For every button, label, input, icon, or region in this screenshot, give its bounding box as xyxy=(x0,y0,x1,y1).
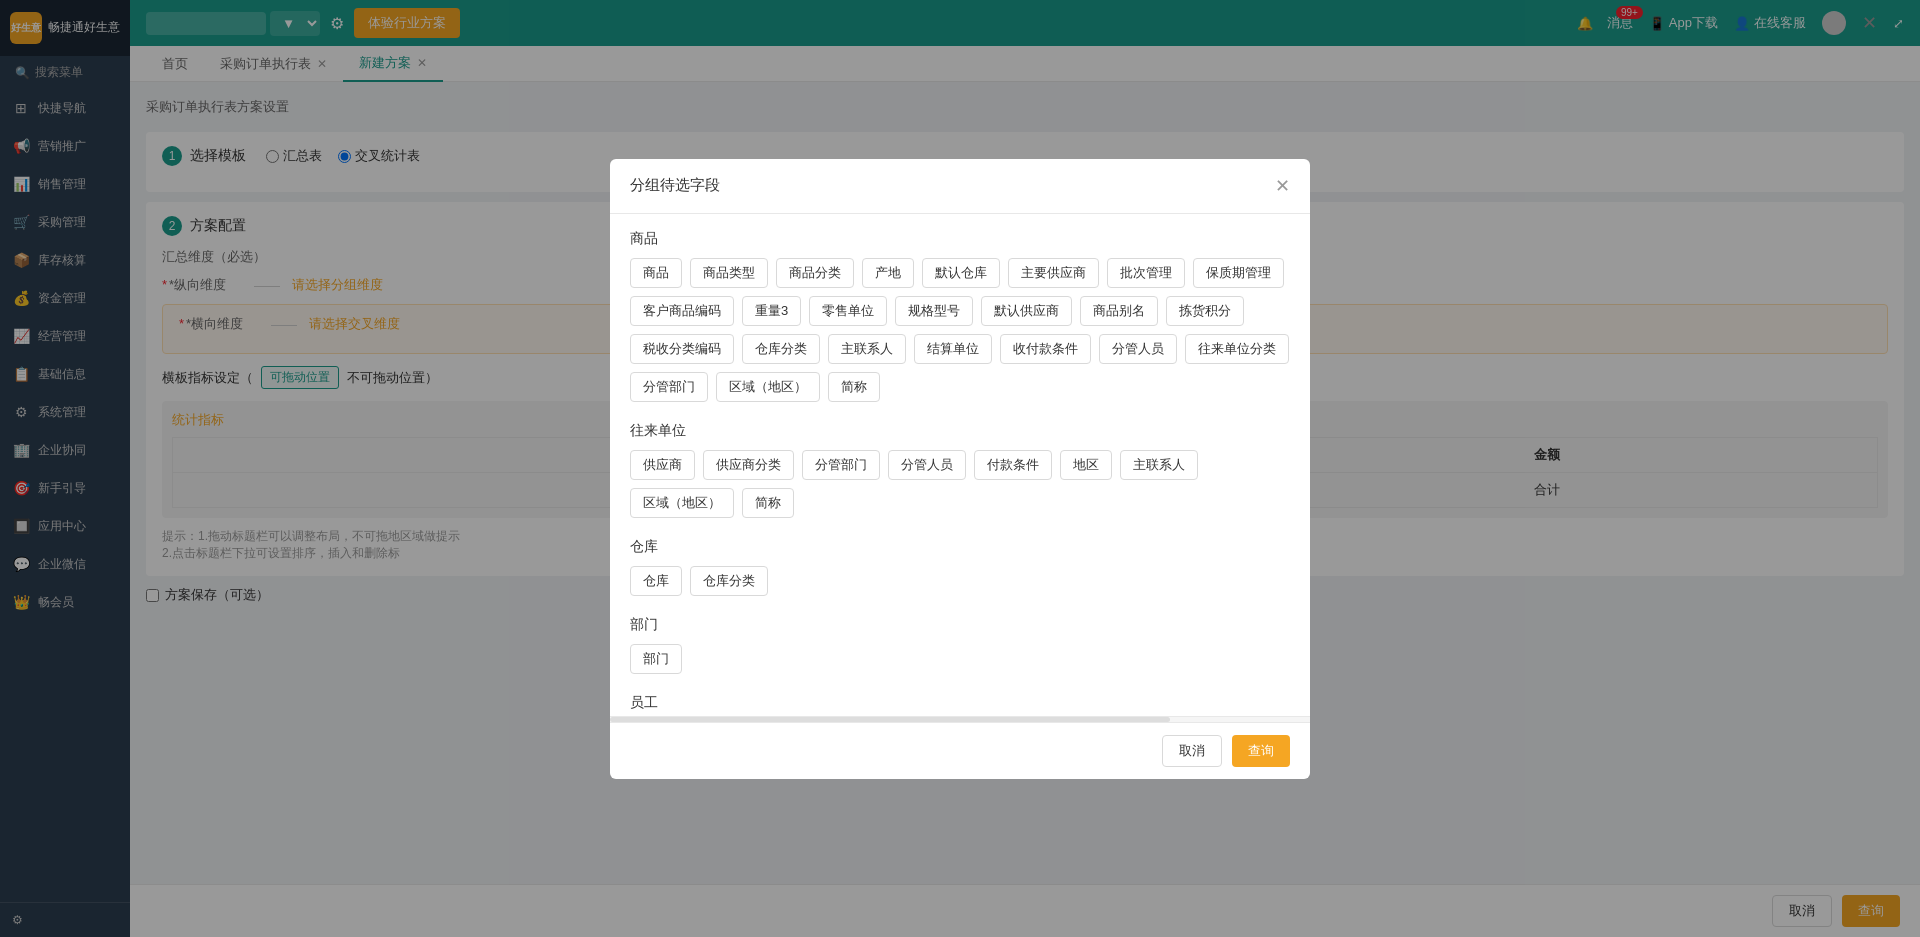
field-tag[interactable]: 客户商品编码 xyxy=(630,296,734,326)
modal-confirm-button[interactable]: 查询 xyxy=(1232,735,1290,767)
field-group-title-partner: 往来单位 xyxy=(630,422,1290,440)
field-tag[interactable]: 保质期管理 xyxy=(1193,258,1284,288)
field-tags-product: 商品商品类型商品分类产地默认仓库主要供应商批次管理保质期管理客户商品编码重量3 零… xyxy=(630,258,1290,402)
field-tag[interactable]: 零售单位 xyxy=(809,296,887,326)
field-group-warehouse: 仓库仓库仓库分类 xyxy=(630,538,1290,596)
field-tag[interactable]: 主要供应商 xyxy=(1008,258,1099,288)
field-tag[interactable]: 往来单位分类 xyxy=(1185,334,1289,364)
field-group-partner: 往来单位供应商供应商分类分管部门分管人员付款条件地区主联系人区域（地区） 简称 xyxy=(630,422,1290,518)
modal-overlay[interactable]: 分组待选字段 ✕ 商品商品商品类型商品分类产地默认仓库主要供应商批次管理保质期管… xyxy=(0,0,1920,937)
field-group-title-department: 部门 xyxy=(630,616,1290,634)
field-tag[interactable]: 供应商 xyxy=(630,450,695,480)
field-tag[interactable]: 简称 xyxy=(742,488,794,518)
field-tag[interactable]: 商品类型 xyxy=(690,258,768,288)
field-group-title-employee: 员工 xyxy=(630,694,1290,712)
field-tag[interactable]: 默认供应商 xyxy=(981,296,1072,326)
field-tag[interactable]: 仓库 xyxy=(630,566,682,596)
field-tag[interactable]: 批次管理 xyxy=(1107,258,1185,288)
field-tags-warehouse: 仓库仓库分类 xyxy=(630,566,1290,596)
field-tag[interactable]: 税收分类编码 xyxy=(630,334,734,364)
field-tags-partner: 供应商供应商分类分管部门分管人员付款条件地区主联系人区域（地区） 简称 xyxy=(630,450,1290,518)
field-tag[interactable]: 分管人员 xyxy=(1099,334,1177,364)
field-tag[interactable]: 拣货积分 xyxy=(1166,296,1244,326)
field-tag[interactable]: 地区 xyxy=(1060,450,1112,480)
field-tag[interactable]: 仓库分类 xyxy=(690,566,768,596)
field-tags-department: 部门 xyxy=(630,644,1290,674)
field-tag[interactable]: 供应商分类 xyxy=(703,450,794,480)
field-tag[interactable]: 分管人员 xyxy=(888,450,966,480)
modal-horizontal-scrollbar[interactable] xyxy=(610,716,1310,722)
field-group-title-product: 商品 xyxy=(630,230,1290,248)
field-tag[interactable]: 区域（地区） xyxy=(630,488,734,518)
field-tag[interactable]: 分管部门 xyxy=(630,372,708,402)
field-group-department: 部门部门 xyxy=(630,616,1290,674)
modal-title: 分组待选字段 xyxy=(630,176,720,195)
field-tag[interactable]: 区域（地区） xyxy=(716,372,820,402)
field-tag[interactable]: 商品 xyxy=(630,258,682,288)
modal-cancel-button[interactable]: 取消 xyxy=(1162,735,1222,767)
field-tag[interactable]: 规格型号 xyxy=(895,296,973,326)
field-group-product: 商品商品商品类型商品分类产地默认仓库主要供应商批次管理保质期管理客户商品编码重量… xyxy=(630,230,1290,402)
field-tag[interactable]: 仓库分类 xyxy=(742,334,820,364)
field-tag[interactable]: 主联系人 xyxy=(828,334,906,364)
field-group-employee: 员工业务员 xyxy=(630,694,1290,716)
field-tag[interactable]: 付款条件 xyxy=(974,450,1052,480)
field-tag[interactable]: 简称 xyxy=(828,372,880,402)
field-tag[interactable]: 主联系人 xyxy=(1120,450,1198,480)
modal-close-button[interactable]: ✕ xyxy=(1275,175,1290,197)
field-tag[interactable]: 收付款条件 xyxy=(1000,334,1091,364)
field-group-title-warehouse: 仓库 xyxy=(630,538,1290,556)
field-tag[interactable]: 商品别名 xyxy=(1080,296,1158,326)
field-tag[interactable]: 默认仓库 xyxy=(922,258,1000,288)
field-tag[interactable]: 重量3 xyxy=(742,296,801,326)
field-tag[interactable]: 商品分类 xyxy=(776,258,854,288)
field-tag[interactable]: 产地 xyxy=(862,258,914,288)
modal-header: 分组待选字段 ✕ xyxy=(610,159,1310,214)
modal-body: 商品商品商品类型商品分类产地默认仓库主要供应商批次管理保质期管理客户商品编码重量… xyxy=(610,214,1310,716)
modal-footer: 取消 查询 xyxy=(610,722,1310,779)
field-tag[interactable]: 部门 xyxy=(630,644,682,674)
modal: 分组待选字段 ✕ 商品商品商品类型商品分类产地默认仓库主要供应商批次管理保质期管… xyxy=(610,159,1310,779)
field-tag[interactable]: 分管部门 xyxy=(802,450,880,480)
field-tag[interactable]: 结算单位 xyxy=(914,334,992,364)
